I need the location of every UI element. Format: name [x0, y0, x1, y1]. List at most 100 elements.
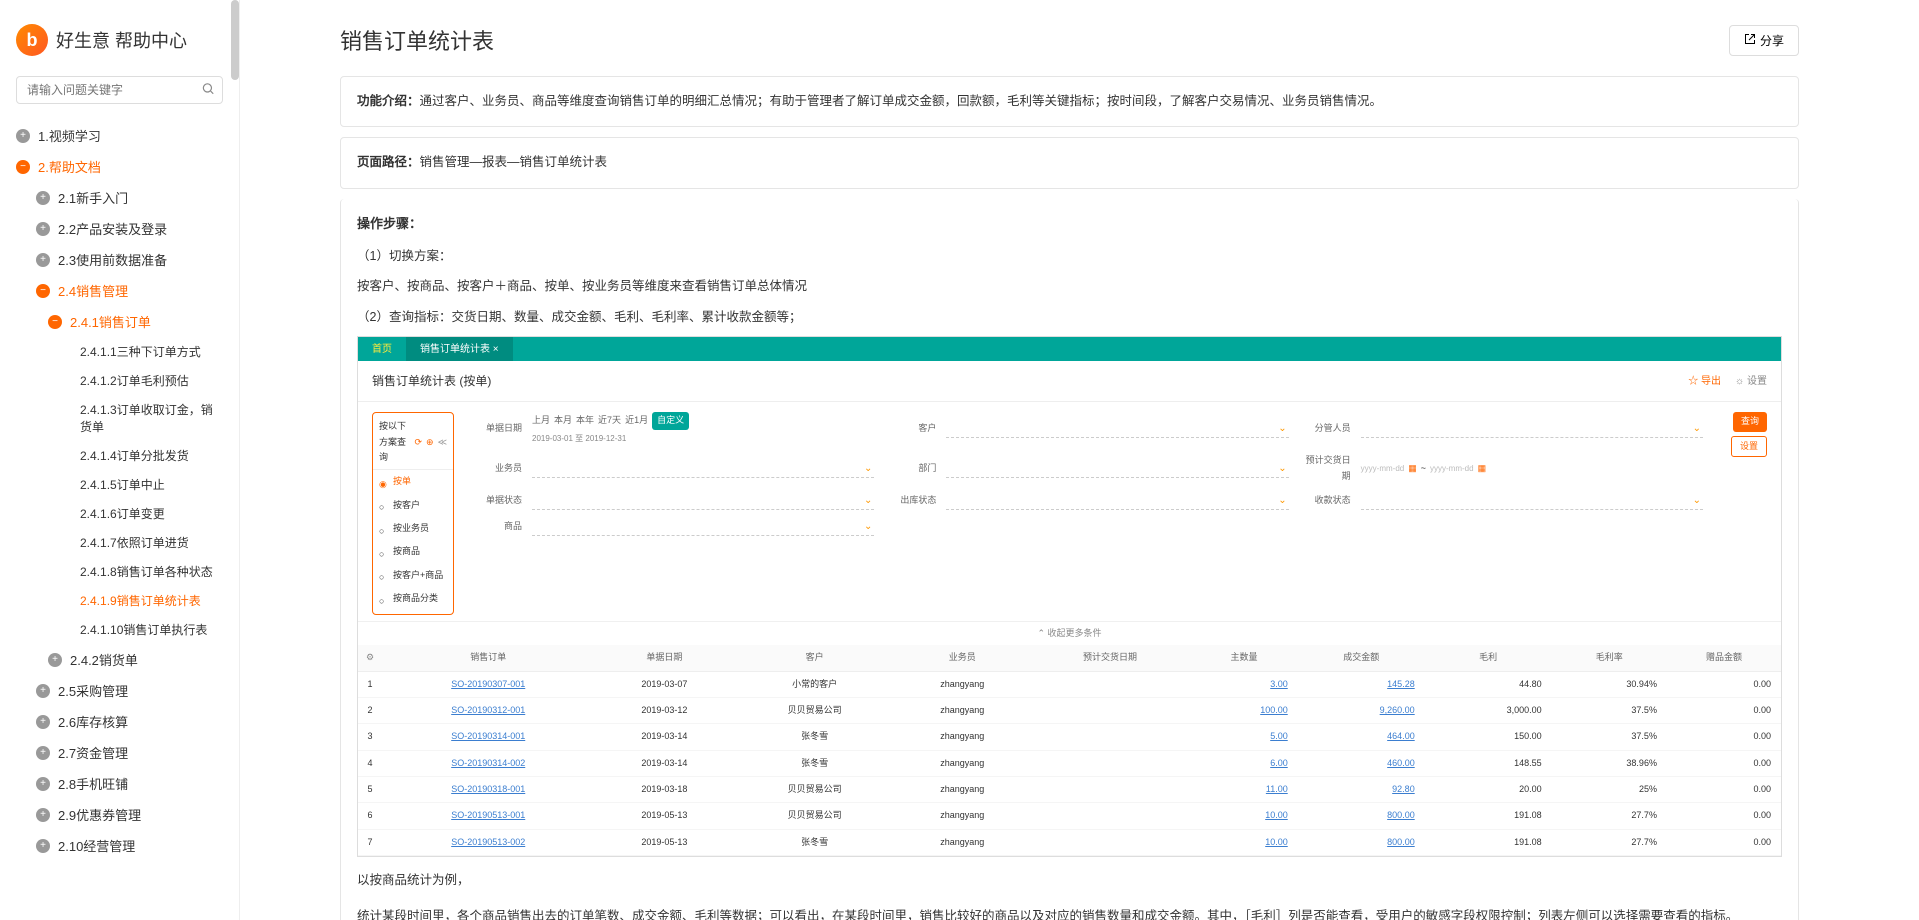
- collapse-icon[interactable]: −: [36, 284, 50, 298]
- input-person[interactable]: [1361, 420, 1703, 438]
- input-goods[interactable]: [532, 518, 874, 536]
- pill-this-year[interactable]: 本年: [576, 413, 594, 428]
- expand-icon[interactable]: +: [36, 191, 50, 205]
- nav-tree: +1.视频学习−2.帮助文档+2.1新手入门+2.2产品安装及登录+2.3使用前…: [0, 120, 239, 885]
- export-action[interactable]: ☆ 导出: [1688, 373, 1721, 390]
- nav-item[interactable]: −2.帮助文档: [0, 151, 239, 182]
- nav-item[interactable]: −2.4.1销售订单: [0, 306, 239, 337]
- nav-item[interactable]: +1.视频学习: [0, 120, 239, 151]
- input-out-status[interactable]: [946, 492, 1288, 510]
- expand-icon[interactable]: +: [16, 129, 30, 143]
- nav-item[interactable]: +2.3使用前数据准备: [0, 244, 239, 275]
- nav-item[interactable]: +2.9优惠券管理: [0, 799, 239, 830]
- column-header[interactable]: ⚙: [358, 645, 382, 671]
- tab-report[interactable]: 销售订单统计表 ×: [406, 337, 513, 361]
- column-header[interactable]: 客户: [734, 645, 895, 671]
- expand-icon[interactable]: +: [36, 746, 50, 760]
- nav-item[interactable]: +2.1新手入门: [0, 182, 239, 213]
- nav-item[interactable]: +2.5采购管理: [0, 675, 239, 706]
- setup-action[interactable]: ☼ 设置: [1735, 373, 1767, 390]
- nav-item[interactable]: 2.4.1.3订单收取订金，销货单: [0, 395, 239, 441]
- column-header[interactable]: 毛利率: [1552, 645, 1667, 671]
- input-recv-status[interactable]: [1361, 492, 1703, 510]
- tab-home[interactable]: 首页: [358, 337, 406, 361]
- label-status: 单据状态: [470, 493, 522, 508]
- nav-item[interactable]: +2.8手机旺铺: [0, 768, 239, 799]
- table-row[interactable]: 2SO-20190312-0012019-03-12贝贝贸易公司zhangyan…: [358, 698, 1781, 724]
- column-header[interactable]: 主数量: [1190, 645, 1298, 671]
- query-button[interactable]: 查询: [1733, 412, 1767, 431]
- scheme-item[interactable]: ◉按单: [373, 470, 453, 493]
- column-header[interactable]: 赠品金额: [1667, 645, 1781, 671]
- nav-item[interactable]: 2.4.1.9销售订单统计表: [0, 586, 239, 615]
- table-row[interactable]: 5SO-20190318-0012019-03-18贝贝贸易公司zhangyan…: [358, 776, 1781, 802]
- search-input[interactable]: [16, 76, 223, 104]
- column-header[interactable]: 成交金额: [1298, 645, 1425, 671]
- label-date: 单据日期: [470, 421, 522, 436]
- nav-item[interactable]: +2.7资金管理: [0, 737, 239, 768]
- label-person: 分管人员: [1299, 421, 1351, 436]
- expand-icon[interactable]: +: [48, 653, 62, 667]
- step-1: （1）切换方案：: [357, 245, 1782, 268]
- collapse-icon[interactable]: −: [48, 315, 62, 329]
- nav-item[interactable]: 2.4.1.2订单毛利预估: [0, 366, 239, 395]
- expand-icon[interactable]: +: [36, 253, 50, 267]
- nav-label: 2.4.1.7依照订单进货: [80, 534, 223, 551]
- expand-icon[interactable]: +: [36, 777, 50, 791]
- pill-custom[interactable]: 自定义: [652, 412, 689, 429]
- nav-item[interactable]: 2.4.1.6订单变更: [0, 499, 239, 528]
- nav-item[interactable]: −2.4销售管理: [0, 275, 239, 306]
- expand-icon[interactable]: +: [36, 839, 50, 853]
- column-header[interactable]: 预计交货日期: [1030, 645, 1191, 671]
- collapse-toggle[interactable]: ⌃ 收起更多条件: [358, 621, 1781, 645]
- scheme-item[interactable]: ○按商品: [373, 540, 453, 563]
- nav-item[interactable]: +2.10经营管理: [0, 830, 239, 861]
- expand-icon[interactable]: +: [36, 222, 50, 236]
- search-icon[interactable]: [201, 82, 215, 99]
- input-dept[interactable]: [946, 460, 1288, 478]
- pill-7d[interactable]: 近7天: [598, 413, 621, 428]
- nav-label: 2.4.1.5订单中止: [80, 476, 223, 493]
- column-header[interactable]: 业务员: [895, 645, 1030, 671]
- column-header[interactable]: 单据日期: [594, 645, 734, 671]
- nav-item[interactable]: 2.4.1.4订单分批发货: [0, 441, 239, 470]
- expand-icon[interactable]: +: [36, 715, 50, 729]
- nav-label: 2.9优惠券管理: [58, 805, 223, 824]
- expand-icon[interactable]: +: [36, 684, 50, 698]
- share-button[interactable]: 分享: [1729, 25, 1799, 56]
- expand-icon[interactable]: +: [36, 808, 50, 822]
- nav-label: 2.8手机旺铺: [58, 774, 223, 793]
- nav-label: 2.4销售管理: [58, 281, 223, 300]
- table-row[interactable]: 4SO-20190314-0022019-03-14张冬雪zhangyang6.…: [358, 750, 1781, 776]
- nav-item[interactable]: 2.4.1.8销售订单各种状态: [0, 557, 239, 586]
- table-row[interactable]: 7SO-20190513-0022019-05-13张冬雪zhangyang10…: [358, 829, 1781, 855]
- pill-1m[interactable]: 近1月: [625, 413, 648, 428]
- input-status[interactable]: [532, 492, 874, 510]
- table-row[interactable]: 3SO-20190314-0012019-03-14张冬雪zhangyang5.…: [358, 724, 1781, 750]
- nav-item[interactable]: +2.2产品安装及登录: [0, 213, 239, 244]
- nav-item[interactable]: +2.4.2销货单: [0, 644, 239, 675]
- input-customer[interactable]: [946, 420, 1288, 438]
- table-row[interactable]: 1SO-20190307-0012019-03-07小常的客户zhangyang…: [358, 671, 1781, 697]
- input-salesman[interactable]: [532, 460, 874, 478]
- pill-this-month[interactable]: 本月: [554, 413, 572, 428]
- nav-item[interactable]: 2.4.1.7依照订单进货: [0, 528, 239, 557]
- path-box: 页面路径：销售管理—报表—销售订单统计表: [340, 137, 1799, 188]
- column-header[interactable]: 毛利: [1425, 645, 1552, 671]
- setting-button[interactable]: 设置: [1731, 436, 1767, 457]
- column-header[interactable]: 销售订单: [382, 645, 594, 671]
- nav-item[interactable]: 2.4.1.10销售订单执行表: [0, 615, 239, 644]
- pill-last-month[interactable]: 上月: [532, 413, 550, 428]
- scheme-item[interactable]: ○按客户+商品: [373, 564, 453, 587]
- nav-item[interactable]: 2.4.1.1三种下订单方式: [0, 337, 239, 366]
- scheme-item[interactable]: ○按客户: [373, 494, 453, 517]
- expect-date-range[interactable]: yyyy-mm-dd▦ ~ yyyy-mm-dd▦: [1361, 461, 1703, 476]
- nav-item[interactable]: +2.6库存核算: [0, 706, 239, 737]
- scheme-item[interactable]: ○按业务员: [373, 517, 453, 540]
- analysis-text: 统计某段时间里，各个商品销售出去的订单笔数、成交金额、毛利等数据；可以看出，在某…: [357, 905, 1782, 920]
- nav-item[interactable]: 2.4.1.5订单中止: [0, 470, 239, 499]
- table-row[interactable]: 6SO-20190513-0012019-05-13贝贝贸易公司zhangyan…: [358, 803, 1781, 829]
- collapse-icon[interactable]: −: [16, 160, 30, 174]
- filter-zone: 按以下方案查询 ⟳⊕≪ ◉按单○按客户○按业务员○按商品○按客户+商品○按商品分…: [358, 402, 1781, 621]
- scheme-item[interactable]: ○按商品分类: [373, 587, 453, 610]
